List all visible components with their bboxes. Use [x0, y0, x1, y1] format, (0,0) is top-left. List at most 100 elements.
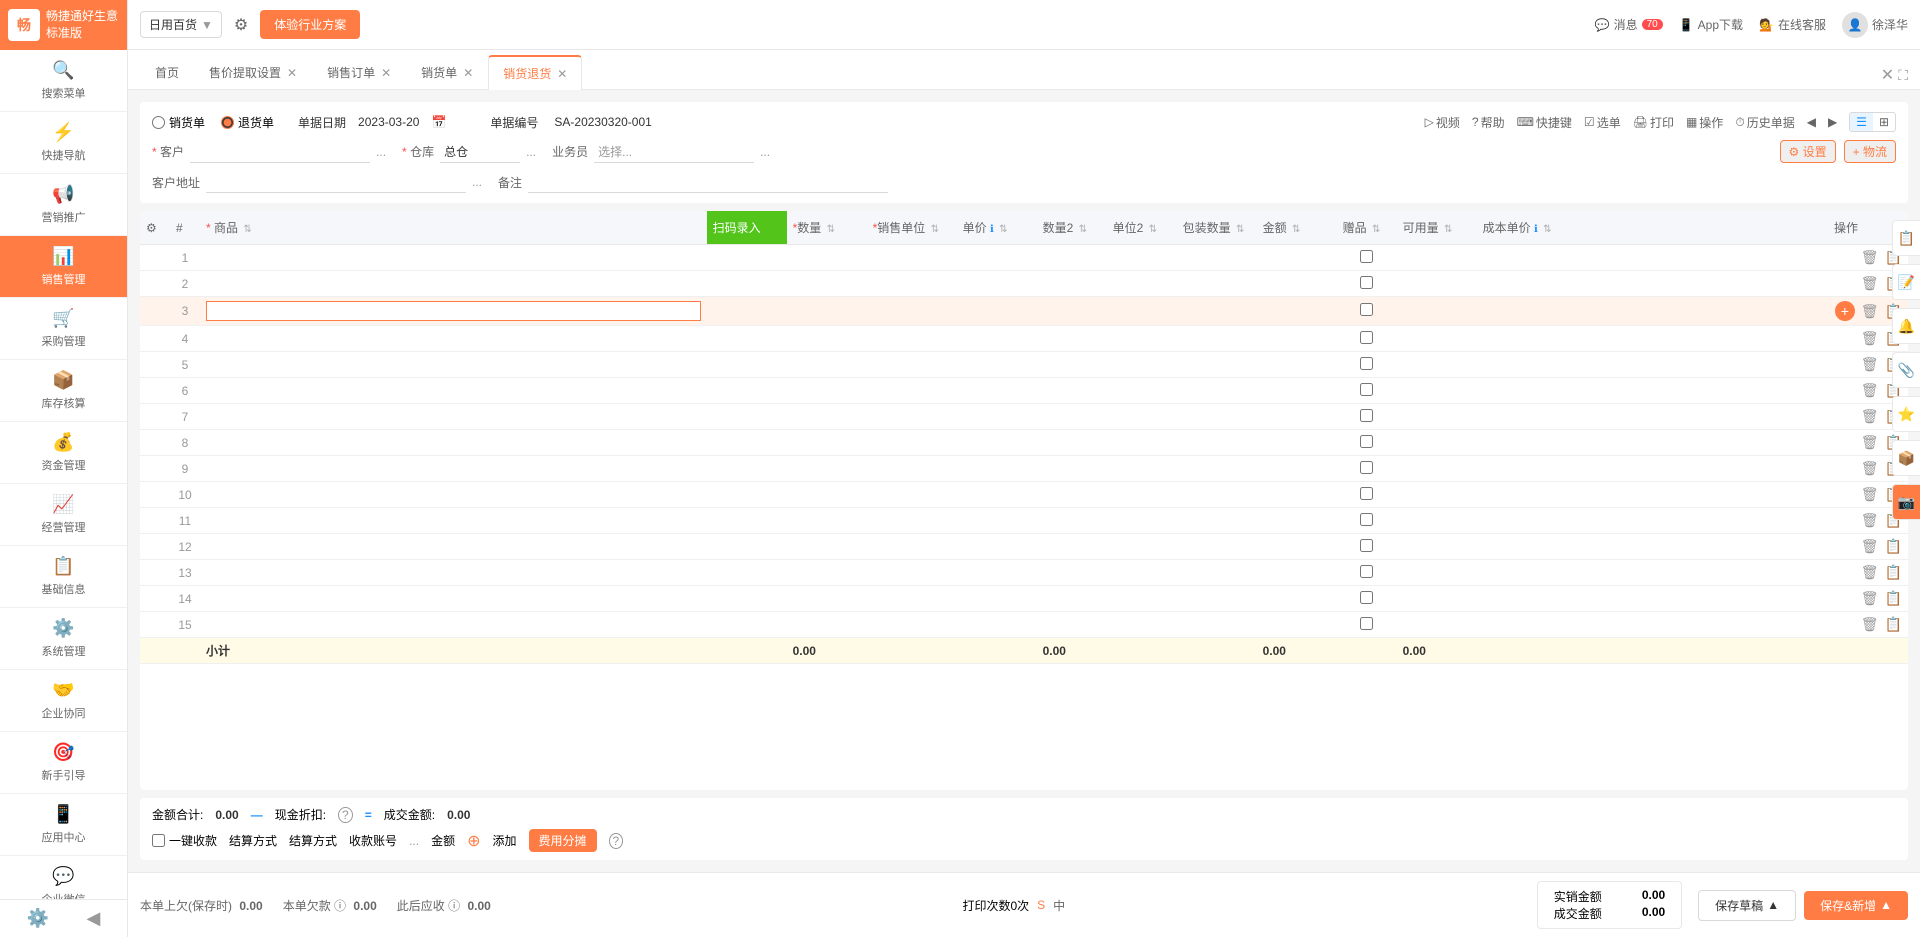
- cell-pack-qty-1[interactable]: [1177, 245, 1257, 271]
- del-btn-'+i+'[interactable]: 🗑: [1861, 382, 1879, 399]
- cell-goods-8[interactable]: [200, 430, 707, 456]
- sidebar-item-basic[interactable]: 📋基础信息: [0, 546, 127, 608]
- cell-qty-9[interactable]: [787, 456, 867, 482]
- cell-qty2-4[interactable]: [1037, 326, 1107, 352]
- cell-cost-price-6[interactable]: [1477, 378, 1828, 404]
- cell-available-7[interactable]: [1397, 404, 1477, 430]
- goods-sort-icon[interactable]: ⇅: [243, 224, 251, 235]
- cell-sales-unit-12[interactable]: [867, 534, 957, 560]
- cell-unit-price-1[interactable]: [957, 245, 1037, 271]
- pack-qty-sort-icon[interactable]: ⇅: [1236, 224, 1244, 235]
- sidebar-item-system[interactable]: ⚙️系统管理: [0, 608, 127, 670]
- maximize-icon[interactable]: ⛶: [1898, 67, 1908, 84]
- cell-qty-1[interactable]: [787, 245, 867, 271]
- del-btn-'+i+'[interactable]: 🗑: [1861, 486, 1879, 503]
- cell-goods-12[interactable]: [200, 534, 707, 560]
- cell-pack-qty-11[interactable]: [1177, 508, 1257, 534]
- unit2-sort-icon[interactable]: ⇅: [1149, 224, 1157, 235]
- cell-qty-15[interactable]: [787, 612, 867, 638]
- cell-unit-price-13[interactable]: [957, 560, 1037, 586]
- draft-dropdown-icon[interactable]: ▲: [1767, 898, 1779, 912]
- cell-sales-unit-15[interactable]: [867, 612, 957, 638]
- cell-goods-15[interactable]: [200, 612, 707, 638]
- cell-sales-unit-14[interactable]: [867, 586, 957, 612]
- tab-sales[interactable]: 销货单✕: [406, 55, 488, 89]
- cell-available-10[interactable]: [1397, 482, 1477, 508]
- cell-pack-qty-3[interactable]: [1177, 297, 1257, 326]
- cell-pack-qty-12[interactable]: [1177, 534, 1257, 560]
- cell-unit2-3[interactable]: [1107, 297, 1177, 326]
- save-new-btn[interactable]: 保存&新增 ▲: [1804, 891, 1908, 920]
- cell-unit2-5[interactable]: [1107, 352, 1177, 378]
- cell-available-8[interactable]: [1397, 430, 1477, 456]
- cell-available-4[interactable]: [1397, 326, 1477, 352]
- cell-unit-price-9[interactable]: [957, 456, 1037, 482]
- cell-qty2-15[interactable]: [1037, 612, 1107, 638]
- cell-amount-9[interactable]: [1257, 456, 1337, 482]
- cell-cost-price-13[interactable]: [1477, 560, 1828, 586]
- print-btn[interactable]: 🖨 打印: [1633, 114, 1674, 131]
- account-placeholder-dots[interactable]: ...: [409, 834, 419, 848]
- cell-cost-price-11[interactable]: [1477, 508, 1828, 534]
- gift-checkbox-6[interactable]: [1360, 383, 1373, 396]
- cell-qty-6[interactable]: [787, 378, 867, 404]
- cell-qty-11[interactable]: [787, 508, 867, 534]
- del-btn-'+i+'[interactable]: 🗑: [1861, 303, 1879, 320]
- gift-checkbox-12[interactable]: [1360, 539, 1373, 552]
- cell-available-9[interactable]: [1397, 456, 1477, 482]
- cell-goods-4[interactable]: [200, 326, 707, 352]
- gift-checkbox-2[interactable]: [1360, 276, 1373, 289]
- cell-amount-14[interactable]: [1257, 586, 1337, 612]
- save-draft-btn[interactable]: 保存草稿 ▲: [1698, 890, 1796, 921]
- warehouse-input[interactable]: 总仓: [440, 141, 520, 163]
- add-fee-icon[interactable]: ⊕: [467, 831, 480, 851]
- gift-checkbox-4[interactable]: [1360, 331, 1373, 344]
- cell-cost-price-2[interactable]: [1477, 271, 1828, 297]
- cell-amount-2[interactable]: [1257, 271, 1337, 297]
- cell-unit-price-8[interactable]: [957, 430, 1037, 456]
- amount-sort-icon[interactable]: ⇅: [1292, 224, 1300, 235]
- gift-checkbox-8[interactable]: [1360, 435, 1373, 448]
- industry-select[interactable]: 日用百货 ▼: [140, 11, 222, 38]
- sidebar-item-wechat[interactable]: 💬企业微信: [0, 856, 127, 899]
- cell-sales-unit-10[interactable]: [867, 482, 957, 508]
- prev-doc-icon[interactable]: ◀: [1807, 115, 1816, 129]
- tab-price[interactable]: 售价提取设置✕: [194, 55, 312, 89]
- rp-btn-6[interactable]: 📦: [1892, 440, 1920, 476]
- table-scroll[interactable]: ⚙ # * 商品 ⇅ 扫码录入 *数量: [140, 211, 1908, 790]
- tab-close-sales[interactable]: ✕: [463, 66, 473, 80]
- cell-sales-unit-4[interactable]: [867, 326, 957, 352]
- cell-cost-price-4[interactable]: [1477, 326, 1828, 352]
- gift-checkbox-9[interactable]: [1360, 461, 1373, 474]
- del-btn-'+i+'[interactable]: 🗑: [1861, 408, 1879, 425]
- cell-amount-12[interactable]: [1257, 534, 1337, 560]
- cell-goods-7[interactable]: [200, 404, 707, 430]
- try-btn[interactable]: 体验行业方案: [260, 10, 360, 39]
- cell-available-14[interactable]: [1397, 586, 1477, 612]
- cell-amount-11[interactable]: [1257, 508, 1337, 534]
- customer-input[interactable]: [190, 141, 370, 163]
- cell-qty2-5[interactable]: [1037, 352, 1107, 378]
- cell-amount-4[interactable]: [1257, 326, 1337, 352]
- copy-btn-'+i+'[interactable]: 📋: [1885, 616, 1902, 633]
- user-menu[interactable]: 👤 徐泽华: [1842, 12, 1908, 38]
- cell-qty-10[interactable]: [787, 482, 867, 508]
- gift-sort-icon[interactable]: ⇅: [1372, 224, 1380, 235]
- customer-dots[interactable]: ...: [376, 145, 386, 159]
- unit-price-sort-icon[interactable]: ⇅: [999, 224, 1007, 235]
- copy-btn-'+i+'[interactable]: 📋: [1885, 538, 1902, 555]
- gift-checkbox-14[interactable]: [1360, 591, 1373, 604]
- cell-pack-qty-10[interactable]: [1177, 482, 1257, 508]
- cell-unit-price-14[interactable]: [957, 586, 1037, 612]
- sidebar-item-enterprise[interactable]: 🤝企业协同: [0, 670, 127, 732]
- cell-pack-qty-8[interactable]: [1177, 430, 1257, 456]
- cell-pack-qty-14[interactable]: [1177, 586, 1257, 612]
- cost-price-sort-icon[interactable]: ⇅: [1543, 224, 1551, 235]
- cell-unit-price-7[interactable]: [957, 404, 1037, 430]
- cell-sales-unit-2[interactable]: [867, 271, 957, 297]
- cell-qty-12[interactable]: [787, 534, 867, 560]
- grid-view-icon[interactable]: ⊞: [1873, 113, 1895, 131]
- cell-sales-unit-5[interactable]: [867, 352, 957, 378]
- cell-unit2-13[interactable]: [1107, 560, 1177, 586]
- message-btn[interactable]: 💬 消息 70: [1595, 16, 1663, 33]
